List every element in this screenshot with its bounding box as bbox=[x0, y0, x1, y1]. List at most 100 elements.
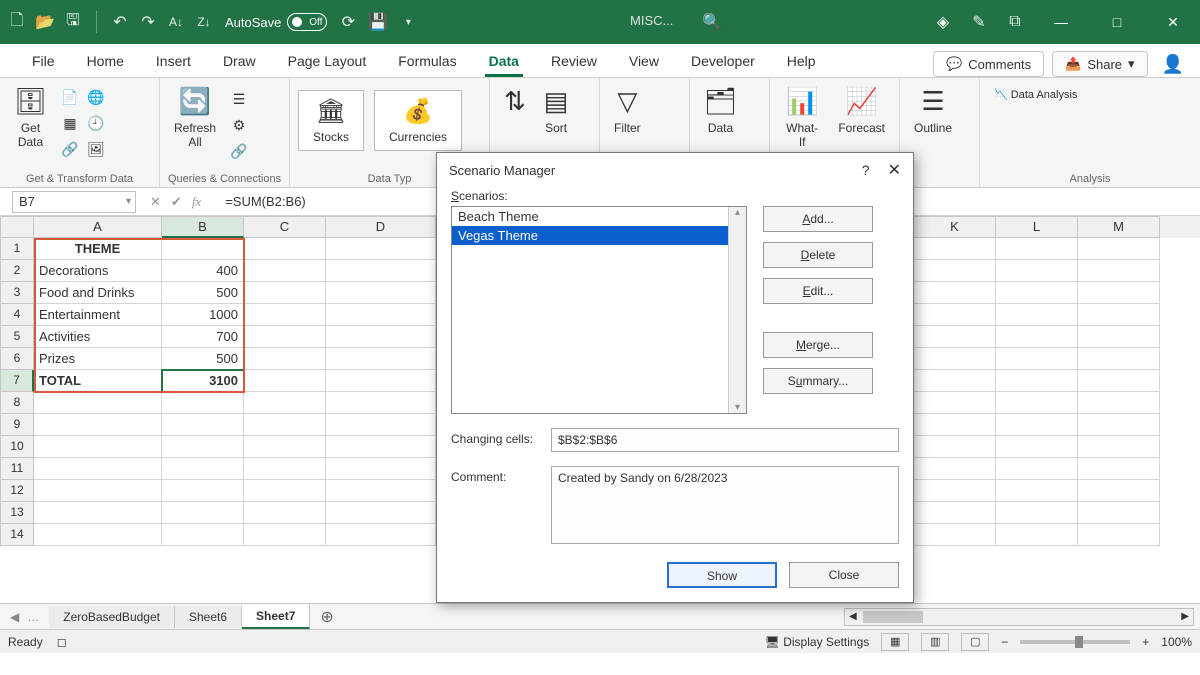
cell-a4[interactable]: Entertainment bbox=[34, 304, 162, 326]
comments-button[interactable]: 💬 Comments bbox=[933, 51, 1044, 77]
new-file-icon[interactable]: 🗋 bbox=[8, 13, 26, 31]
from-table-icon[interactable]: ▦ bbox=[59, 112, 81, 134]
merge-button[interactable]: Merge... bbox=[763, 332, 873, 358]
cell-b7[interactable]: 3100 bbox=[162, 370, 244, 392]
cell-b6[interactable]: 500 bbox=[162, 348, 244, 370]
maximize-button[interactable]: □ bbox=[1098, 0, 1136, 44]
dropdown-icon[interactable]: ▾ bbox=[399, 13, 417, 31]
dialog-help-button[interactable]: ? bbox=[862, 162, 870, 178]
edit-button[interactable]: Edit... bbox=[763, 278, 873, 304]
currencies-button[interactable]: 💰Currencies bbox=[374, 90, 462, 151]
sheet-tab-sheet6[interactable]: Sheet6 bbox=[175, 606, 242, 628]
queries-icon[interactable]: ☰ bbox=[228, 88, 250, 110]
row-header-1[interactable]: 1 bbox=[0, 238, 34, 260]
cell-b5[interactable]: 700 bbox=[162, 326, 244, 348]
properties-icon[interactable]: ⚙ bbox=[228, 114, 250, 136]
cell-a1[interactable]: THEME bbox=[34, 238, 162, 260]
view-break[interactable]: ▢ bbox=[961, 633, 989, 651]
col-header-a[interactable]: A bbox=[34, 216, 162, 238]
row-header-2[interactable]: 2 bbox=[0, 260, 34, 282]
what-if-button[interactable]: 📊What-If bbox=[778, 82, 826, 153]
row-header-6[interactable]: 6 bbox=[0, 348, 34, 370]
cell-b3[interactable]: 500 bbox=[162, 282, 244, 304]
sheet-tab-sheet7[interactable]: Sheet7 bbox=[242, 605, 310, 629]
col-header-l[interactable]: L bbox=[996, 216, 1078, 238]
sort-desc-icon[interactable]: Z↓ bbox=[195, 13, 213, 31]
zoom-out[interactable]: − bbox=[1001, 635, 1008, 649]
col-header-d[interactable]: D bbox=[326, 216, 436, 238]
row-header-5[interactable]: 5 bbox=[0, 326, 34, 348]
enter-icon[interactable]: ✔ bbox=[171, 194, 182, 210]
sync-icon[interactable]: ⟳ bbox=[339, 13, 357, 31]
add-button[interactable]: Add... bbox=[763, 206, 873, 232]
sheet-more[interactable]: … bbox=[27, 610, 39, 624]
existing-icon[interactable]: 🔗 bbox=[59, 138, 81, 160]
zoom-level[interactable]: 100% bbox=[1161, 635, 1192, 649]
tab-insert[interactable]: Insert bbox=[140, 47, 207, 77]
cell-a7[interactable]: TOTAL bbox=[34, 370, 162, 392]
account-icon[interactable]: 👤 bbox=[1162, 54, 1184, 75]
close-window-button[interactable]: ✕ bbox=[1154, 0, 1192, 44]
macro-icon[interactable]: ◻ bbox=[57, 635, 67, 649]
cell-a5[interactable]: Activities bbox=[34, 326, 162, 348]
save-icon[interactable]: 🖫 bbox=[64, 13, 82, 31]
undo-icon[interactable]: ↶ bbox=[111, 13, 129, 31]
tab-review[interactable]: Review bbox=[535, 47, 613, 77]
pic-icon[interactable]: 🖼 bbox=[85, 138, 107, 160]
get-data-button[interactable]: 🗄Get Data bbox=[8, 82, 53, 153]
col-header-c[interactable]: C bbox=[244, 216, 326, 238]
scenarios-listbox[interactable]: Beach Theme Vegas Theme ▴▾ bbox=[451, 206, 747, 414]
data-analysis-button[interactable]: 📉 Data Analysis bbox=[988, 82, 1083, 107]
row-header-4[interactable]: 4 bbox=[0, 304, 34, 326]
from-text-icon[interactable]: 📄 bbox=[59, 86, 81, 108]
outline-button[interactable]: ☰Outline bbox=[908, 82, 958, 139]
view-page[interactable]: ▥ bbox=[921, 633, 949, 651]
tab-home[interactable]: Home bbox=[71, 47, 140, 77]
tab-developer[interactable]: Developer bbox=[675, 47, 771, 77]
scenario-item-vegas[interactable]: Vegas Theme bbox=[452, 226, 746, 245]
forecast-button[interactable]: 📈Forecast bbox=[832, 82, 891, 139]
dialog-close-button[interactable]: ✕ bbox=[888, 160, 901, 180]
fx-icon[interactable]: fx bbox=[192, 194, 201, 210]
col-header-k[interactable]: K bbox=[914, 216, 996, 238]
search-icon[interactable]: 🔍 bbox=[703, 13, 721, 31]
horizontal-scrollbar[interactable]: ◀▶ bbox=[844, 608, 1194, 626]
wand-icon[interactable]: ✎ bbox=[970, 13, 988, 31]
data-tools-button[interactable]: 🗂Data bbox=[698, 82, 743, 139]
links-icon[interactable]: 🔗 bbox=[228, 140, 250, 162]
minimize-button[interactable]: — bbox=[1042, 0, 1080, 44]
window-icon[interactable]: ⧉ bbox=[1006, 13, 1024, 31]
refresh-all-button[interactable]: 🔄Refresh All bbox=[168, 82, 222, 153]
display-settings[interactable]: 🖥 Display Settings bbox=[765, 635, 870, 649]
autosave-toggle[interactable]: AutoSave Off bbox=[225, 13, 327, 31]
col-header-b[interactable]: B bbox=[162, 216, 244, 238]
name-box[interactable]: B7 bbox=[12, 191, 136, 213]
share-button[interactable]: 📤 Share ▾ bbox=[1052, 51, 1147, 77]
scenario-item-beach[interactable]: Beach Theme bbox=[452, 207, 746, 226]
recent-icon[interactable]: 🕘 bbox=[85, 112, 107, 134]
sort-asc-icon[interactable]: A↓ bbox=[167, 13, 185, 31]
tab-page-layout[interactable]: Page Layout bbox=[272, 47, 383, 77]
sheet-tab-zerobased[interactable]: ZeroBasedBudget bbox=[49, 606, 175, 628]
summary-button[interactable]: Summary... bbox=[763, 368, 873, 394]
sort-az-button[interactable]: ⇅ bbox=[498, 82, 532, 121]
row-header-7[interactable]: 7 bbox=[0, 370, 34, 392]
cell-b2[interactable]: 400 bbox=[162, 260, 244, 282]
filter-button[interactable]: ▽Filter bbox=[608, 82, 647, 139]
show-button[interactable]: Show bbox=[667, 562, 777, 588]
cancel-icon[interactable]: ✕ bbox=[150, 194, 161, 210]
open-icon[interactable]: 📂 bbox=[36, 13, 54, 31]
tab-view[interactable]: View bbox=[613, 47, 675, 77]
tab-help[interactable]: Help bbox=[771, 47, 832, 77]
sheet-nav-prev[interactable]: ◀ bbox=[10, 610, 19, 624]
from-web-icon[interactable]: 🌐 bbox=[85, 86, 107, 108]
stocks-button[interactable]: 🏛Stocks bbox=[298, 90, 364, 151]
zoom-slider[interactable] bbox=[1020, 640, 1130, 644]
view-normal[interactable]: ▦ bbox=[881, 633, 909, 651]
redo-icon[interactable]: ↷ bbox=[139, 13, 157, 31]
delete-button[interactable]: Delete bbox=[763, 242, 873, 268]
row-header-3[interactable]: 3 bbox=[0, 282, 34, 304]
select-all-corner[interactable] bbox=[0, 216, 34, 238]
cell-a2[interactable]: Decorations bbox=[34, 260, 162, 282]
cell-b4[interactable]: 1000 bbox=[162, 304, 244, 326]
